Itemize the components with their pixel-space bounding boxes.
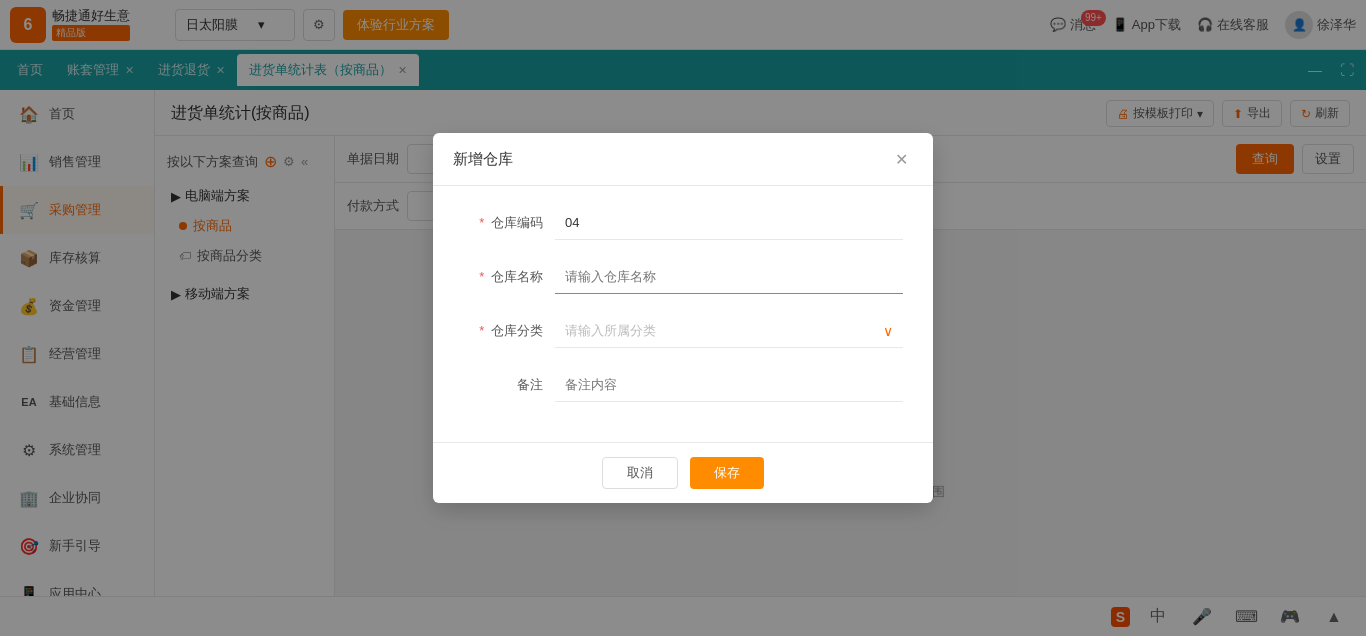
warehouse-name-input[interactable]	[555, 260, 903, 294]
modal-body: * 仓库编码 * 仓库名称 * 仓库分类 请输入所属	[433, 186, 933, 442]
required-star-code: *	[479, 215, 484, 230]
warehouse-category-row: * 仓库分类 请输入所属分类 ∨	[463, 314, 903, 348]
modal-title: 新增仓库	[453, 150, 513, 169]
cancel-button[interactable]: 取消	[602, 457, 678, 489]
new-warehouse-modal: 新增仓库 ✕ * 仓库编码 * 仓库名称	[433, 133, 933, 503]
warehouse-code-label: * 仓库编码	[463, 214, 543, 232]
required-star-name: *	[479, 269, 484, 284]
save-button[interactable]: 保存	[690, 457, 764, 489]
warehouse-note-label: 备注	[463, 376, 543, 394]
modal-header: 新增仓库 ✕	[433, 133, 933, 186]
warehouse-code-input[interactable]	[555, 206, 903, 240]
modal-close-button[interactable]: ✕	[889, 147, 913, 171]
warehouse-note-input[interactable]	[555, 368, 903, 402]
warehouse-name-row: * 仓库名称	[463, 260, 903, 294]
category-arrow: ∨	[883, 323, 893, 339]
warehouse-name-label: * 仓库名称	[463, 268, 543, 286]
warehouse-note-row: 备注	[463, 368, 903, 402]
required-star-category: *	[479, 323, 484, 338]
modal-overlay: 新增仓库 ✕ * 仓库编码 * 仓库名称	[0, 0, 1366, 636]
warehouse-category-label: * 仓库分类	[463, 322, 543, 340]
warehouse-category-select[interactable]: 请输入所属分类 ∨	[555, 314, 903, 348]
warehouse-code-row: * 仓库编码	[463, 206, 903, 240]
modal-footer: 取消 保存	[433, 442, 933, 503]
category-placeholder: 请输入所属分类	[565, 322, 656, 340]
